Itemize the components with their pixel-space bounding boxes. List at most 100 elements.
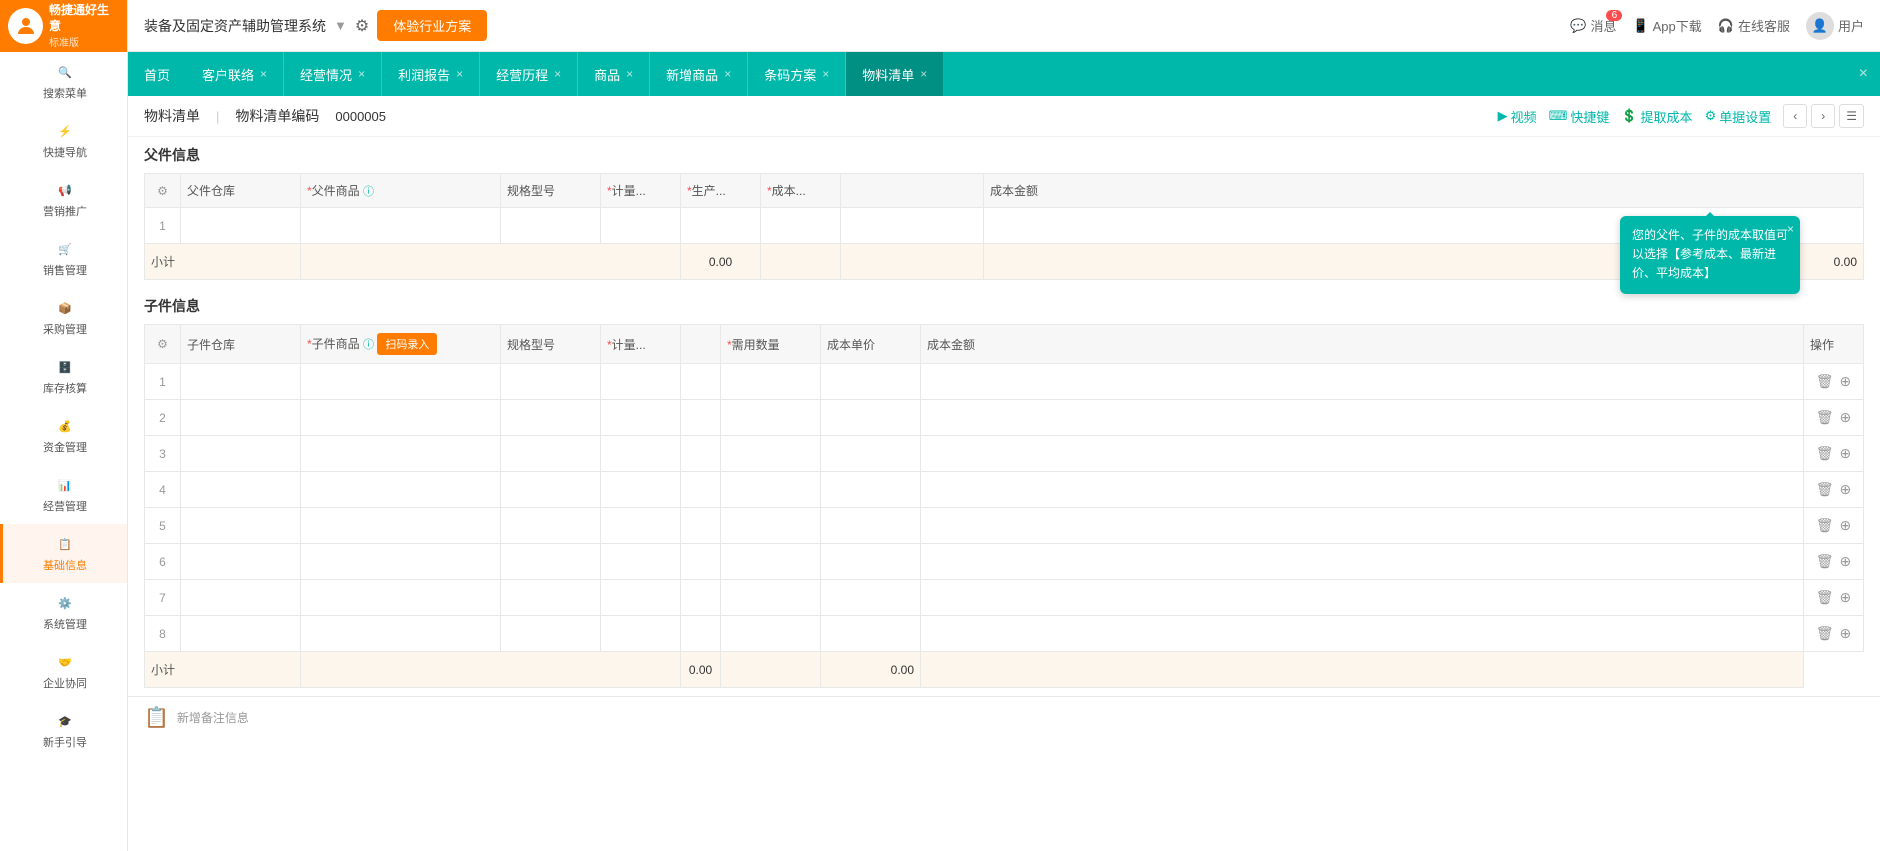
cost-action[interactable]: 💲 提取成本 <box>1621 107 1692 126</box>
child-unit-cell-5[interactable] <box>601 508 681 544</box>
tab-barcode[interactable]: 条码方案 × <box>748 52 846 96</box>
child-spec-cell-4[interactable] <box>501 472 601 508</box>
child-warehouse-cell-8[interactable] <box>181 616 301 652</box>
copy-icon-5[interactable]: ⊕ <box>1840 517 1852 534</box>
sidebar-item-search[interactable]: 🔍 搜索菜单 <box>0 52 127 111</box>
parent-cost-cell-1[interactable] <box>761 208 841 244</box>
delete-icon-2[interactable]: 🗑 <box>1816 409 1834 426</box>
delete-icon-4[interactable]: 🗑 <box>1816 481 1834 498</box>
expand-button[interactable]: ☰ <box>1839 104 1864 128</box>
child-spec-cell-8[interactable] <box>501 616 601 652</box>
tab-home[interactable]: 首页 <box>128 52 186 96</box>
child-product-cell-7[interactable] <box>301 580 501 616</box>
tab-customers[interactable]: 客户联络 × <box>186 52 284 96</box>
parent-spec-cell-1[interactable] <box>501 208 601 244</box>
tab-products[interactable]: 商品 × <box>578 52 650 96</box>
delete-icon-8[interactable]: 🗑 <box>1816 625 1834 642</box>
child-qty-cell-3[interactable] <box>721 436 821 472</box>
close-history-icon[interactable]: × <box>554 67 561 81</box>
child-product-cell-6[interactable] <box>301 544 501 580</box>
child-sort-cell-1[interactable] <box>681 364 721 400</box>
child-spec-cell-6[interactable] <box>501 544 601 580</box>
child-unit-cell-7[interactable] <box>601 580 681 616</box>
view-action[interactable]: ▶ 视频 <box>1498 107 1537 126</box>
child-spec-cell-7[interactable] <box>501 580 601 616</box>
dropdown-arrow-icon[interactable]: ▼ <box>334 18 347 33</box>
delete-icon-3[interactable]: 🗑 <box>1816 445 1834 462</box>
online-service-button[interactable]: 🎧 在线客服 <box>1718 16 1790 35</box>
child-spec-cell-1[interactable] <box>501 364 601 400</box>
child-product-cell-5[interactable] <box>301 508 501 544</box>
sidebar-item-management[interactable]: 📊 经营管理 <box>0 465 127 524</box>
child-sort-cell-4[interactable] <box>681 472 721 508</box>
scan-button[interactable]: 扫码录入 <box>377 333 437 355</box>
child-qty-cell-1[interactable] <box>721 364 821 400</box>
child-warehouse-cell-5[interactable] <box>181 508 301 544</box>
child-unit-price-cell-3[interactable] <box>821 436 921 472</box>
tab-operations[interactable]: 经营情况 × <box>284 52 382 96</box>
tooltip-close-button[interactable]: × <box>1787 220 1794 239</box>
sidebar-item-collab[interactable]: 🤝 企业协同 <box>0 642 127 701</box>
copy-icon-6[interactable]: ⊕ <box>1840 553 1852 570</box>
message-button[interactable]: 💬 消息 6 <box>1570 16 1616 35</box>
copy-icon-7[interactable]: ⊕ <box>1840 589 1852 606</box>
copy-icon-1[interactable]: ⊕ <box>1840 373 1852 390</box>
user-button[interactable]: 👤 用户 <box>1806 12 1864 40</box>
prev-button[interactable]: ‹ <box>1783 104 1807 128</box>
close-products-icon[interactable]: × <box>626 67 633 81</box>
tab-history[interactable]: 经营历程 × <box>480 52 578 96</box>
close-new-product-icon[interactable]: × <box>724 67 731 81</box>
parent-unit-cell-1[interactable] <box>601 208 681 244</box>
copy-icon-8[interactable]: ⊕ <box>1840 625 1852 642</box>
child-unit-cell-1[interactable] <box>601 364 681 400</box>
sidebar-item-nav[interactable]: ⚡ 快捷导航 <box>0 111 127 170</box>
child-unit-price-cell-4[interactable] <box>821 472 921 508</box>
trial-button[interactable]: 体验行业方案 <box>377 10 487 41</box>
sidebar-item-inventory[interactable]: 🗄️ 库存核算 <box>0 347 127 406</box>
close-operations-icon[interactable]: × <box>358 67 365 81</box>
close-all-tabs-button[interactable]: × <box>1847 65 1880 83</box>
close-bom-icon[interactable]: × <box>920 67 927 81</box>
child-product-cell-1[interactable] <box>301 364 501 400</box>
child-unit-cell-8[interactable] <box>601 616 681 652</box>
tab-new-product[interactable]: 新增商品 × <box>650 52 748 96</box>
sub-tab2[interactable]: 物料清单编码 <box>235 106 319 126</box>
child-qty-cell-8[interactable] <box>721 616 821 652</box>
shortcut-action[interactable]: ⌨ 快捷键 <box>1549 107 1610 126</box>
child-spec-cell-2[interactable] <box>501 400 601 436</box>
delete-icon-7[interactable]: 🗑 <box>1816 589 1834 606</box>
sidebar-item-sales[interactable]: 🛒 销售管理 <box>0 229 127 288</box>
delete-icon-5[interactable]: 🗑 <box>1816 517 1834 534</box>
child-warehouse-cell-4[interactable] <box>181 472 301 508</box>
child-unit-price-cell-5[interactable] <box>821 508 921 544</box>
child-qty-cell-6[interactable] <box>721 544 821 580</box>
settings-gear-icon[interactable]: ⚙ <box>355 16 369 36</box>
copy-icon-3[interactable]: ⊕ <box>1840 445 1852 462</box>
child-unit-price-cell-8[interactable] <box>821 616 921 652</box>
child-product-cell-3[interactable] <box>301 436 501 472</box>
child-spec-cell-5[interactable] <box>501 508 601 544</box>
next-button[interactable]: › <box>1811 104 1835 128</box>
child-settings-col[interactable]: ⚙ <box>145 325 181 364</box>
child-unit-price-cell-7[interactable] <box>821 580 921 616</box>
child-unit-price-cell-6[interactable] <box>821 544 921 580</box>
child-sort-cell-8[interactable] <box>681 616 721 652</box>
sidebar-item-system[interactable]: ⚙️ 系统管理 <box>0 583 127 642</box>
copy-icon-2[interactable]: ⊕ <box>1840 409 1852 426</box>
sub-tab1[interactable]: 物料清单 <box>144 106 200 126</box>
child-sort-cell-2[interactable] <box>681 400 721 436</box>
sidebar-item-finance[interactable]: 💰 资金管理 <box>0 406 127 465</box>
child-product-cell-2[interactable] <box>301 400 501 436</box>
child-qty-cell-5[interactable] <box>721 508 821 544</box>
parent-product-cell-1[interactable] <box>301 208 501 244</box>
child-unit-price-cell-1[interactable] <box>821 364 921 400</box>
child-sort-cell-5[interactable] <box>681 508 721 544</box>
tab-profit[interactable]: 利润报告 × <box>382 52 480 96</box>
delete-icon-6[interactable]: 🗑 <box>1816 553 1834 570</box>
parent-sort-cell-1[interactable] <box>841 208 984 244</box>
child-unit-cell-2[interactable] <box>601 400 681 436</box>
child-warehouse-cell-2[interactable] <box>181 400 301 436</box>
sidebar-item-marketing[interactable]: 📢 营销推广 <box>0 170 127 229</box>
app-download-button[interactable]: 📱 App下载 <box>1632 16 1701 35</box>
child-warehouse-cell-6[interactable] <box>181 544 301 580</box>
